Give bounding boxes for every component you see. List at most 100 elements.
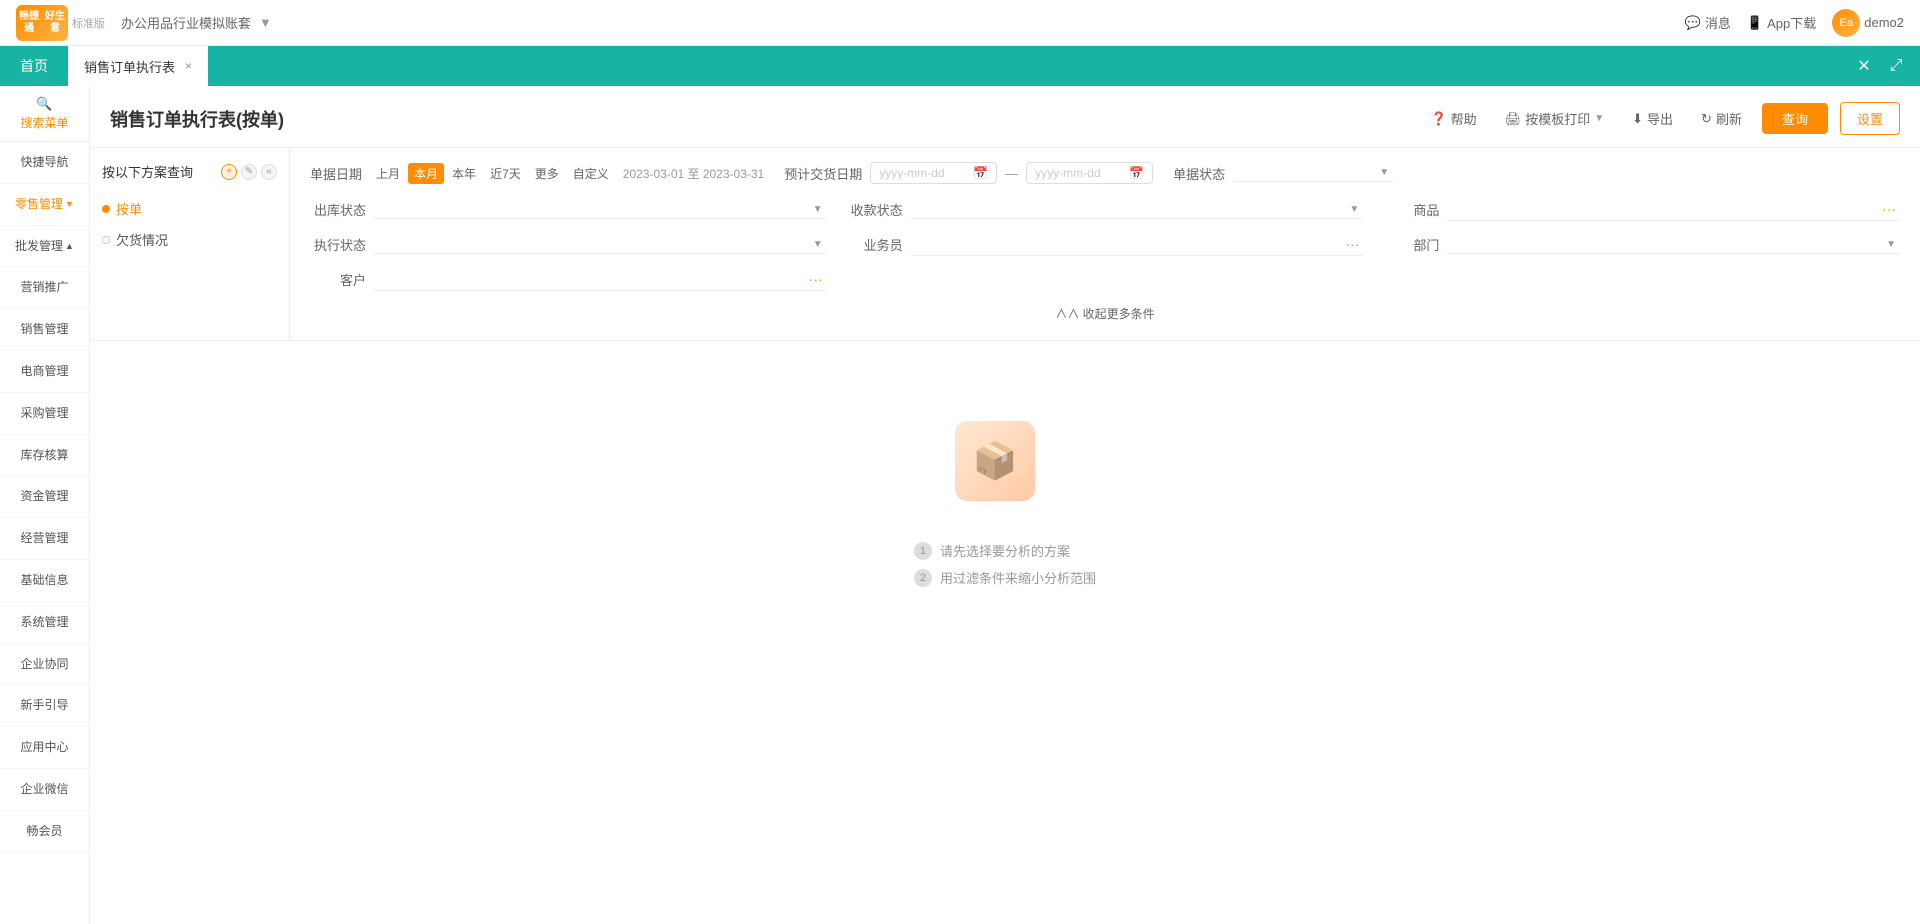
sidebar-item-sales[interactable]: 销售管理 <box>0 309 89 351</box>
scheme-item-shortage[interactable]: 欠货情况 <box>102 224 277 255</box>
sidebar-item-newbie[interactable]: 新手引导 <box>0 685 89 727</box>
sidebar-item-finance[interactable]: 资金管理 <box>0 476 89 518</box>
search-icon: 🔍 <box>36 96 52 111</box>
search-btn[interactable]: 查询 <box>1762 103 1828 134</box>
warehouse-select[interactable]: ▼ <box>374 201 827 219</box>
empty-step-2: 2 用过滤条件来缩小分析范围 <box>914 568 1096 587</box>
filter-goods: 商品 ··· <box>1383 198 1900 221</box>
tab-close-btn[interactable]: × <box>185 59 192 73</box>
collapse-scheme-btn[interactable]: « <box>261 164 277 180</box>
step-num-1: 1 <box>914 542 932 560</box>
filter-section: 按以下方案查询 + ✎ « 按单 欠货情况 <box>90 148 1920 341</box>
sidebar-item-collab[interactable]: 企业协同 <box>0 644 89 686</box>
sidebar-item-wholesale[interactable]: 批发管理 ▲ <box>0 226 89 268</box>
exec-select[interactable]: ▼ <box>374 236 827 254</box>
customer-more-btn[interactable]: ··· <box>809 271 823 287</box>
salesperson-more-btn[interactable]: ··· <box>1345 236 1359 252</box>
window-close-btn[interactable]: ✕ <box>1852 54 1876 78</box>
status-dropdown-icon: ▼ <box>1379 167 1389 178</box>
sidebar-item-wechat[interactable]: 企业微信 <box>0 769 89 811</box>
sidebar-item-basics[interactable]: 基础信息 <box>0 560 89 602</box>
filter-customer: 客户 ··· <box>310 268 827 291</box>
goods-input[interactable]: ··· <box>1447 198 1900 221</box>
tab-home[interactable]: 首页 <box>0 46 68 86</box>
date-end-input[interactable]: yyyy-mm-dd <box>1035 166 1125 180</box>
main-content: 销售订单执行表(按单) ❓ 帮助 🖨 按模板打印 ▼ ⬇ 导出 ↻ 刷新 <box>90 86 1920 924</box>
status-label: 单据状态 <box>1173 164 1225 183</box>
expected-date-label: 预计交货日期 <box>784 164 862 183</box>
date-tab-more[interactable]: 更多 <box>529 163 565 184</box>
print-dropdown-icon[interactable]: ▼ <box>1594 113 1604 124</box>
filter-warehouse: 出库状态 ▼ <box>310 198 827 221</box>
collapse-icon: ∧∧ <box>1055 307 1082 321</box>
salesperson-input[interactable]: ··· <box>911 233 1364 256</box>
top-bar-right: 💬 消息 📱 App下载 Ea demo2 <box>1685 9 1904 37</box>
collection-select[interactable]: ▼ <box>911 201 1364 219</box>
date-tab-last-month[interactable]: 上月 <box>370 163 406 184</box>
window-maximize-btn[interactable]: ⤢ <box>1884 54 1908 78</box>
filter-row-3: 执行状态 ▼ 业务员 ··· 部门 <box>310 233 1900 256</box>
scheme-item-order[interactable]: 按单 <box>102 193 277 224</box>
settings-btn[interactable]: 设置 <box>1840 102 1900 135</box>
filter-date: 单据日期 上月 本月 本年 近7天 更多 自定义 2023-03-01 至 20… <box>310 163 764 184</box>
sidebar-item-operations[interactable]: 经营管理 <box>0 518 89 560</box>
tab-actions: ✕ ⤢ <box>1852 54 1920 78</box>
customer-label: 客户 <box>310 270 366 289</box>
page-title: 销售订单执行表(按单) <box>110 106 284 132</box>
date-separator: — <box>1005 166 1018 181</box>
sidebar-item-appstore[interactable]: 应用中心 <box>0 727 89 769</box>
print-icon: 🖨 <box>1505 111 1522 127</box>
date-tab-this-year[interactable]: 本年 <box>446 163 482 184</box>
export-btn[interactable]: ⬇ 导出 <box>1624 105 1681 132</box>
date-tab-this-month[interactable]: 本月 <box>408 163 444 184</box>
help-btn[interactable]: ❓ 帮助 <box>1422 105 1484 132</box>
app-download-btn[interactable]: 📱 App下载 <box>1747 13 1816 32</box>
top-bar-left: 畅捷通 好生意 标准版 办公用品行业模拟账套 ▼ <box>16 5 272 41</box>
sidebar-search[interactable]: 🔍 搜索菜单 <box>0 86 89 142</box>
tab-bar: 首页 销售订单执行表 × ✕ ⤢ <box>0 46 1920 86</box>
filter-dept: 部门 ▼ <box>1383 233 1900 256</box>
step-num-2: 2 <box>914 569 932 587</box>
app-layout: 🔍 搜索菜单 快捷导航 零售管理 ▼ 批发管理 ▲ 营销推广 销售管理 电商管理… <box>0 86 1920 924</box>
user-profile[interactable]: Ea demo2 <box>1832 9 1904 37</box>
expected-date-end[interactable]: yyyy-mm-dd 📅 <box>1026 162 1153 184</box>
refresh-btn[interactable]: ↻ 刷新 <box>1693 105 1750 132</box>
sidebar-item-inventory[interactable]: 库存核算 <box>0 435 89 477</box>
app-tag: 标准版 <box>72 15 105 31</box>
customer-input[interactable]: ··· <box>374 268 827 291</box>
add-scheme-btn[interactable]: + <box>221 164 237 180</box>
app-logo: 畅捷通 好生意 <box>16 5 68 41</box>
top-bar: 畅捷通 好生意 标准版 办公用品行业模拟账套 ▼ 💬 消息 📱 App下载 Ea… <box>0 0 1920 46</box>
empty-steps-list: 1 请先选择要分析的方案 2 用过滤条件来缩小分析范围 <box>914 541 1096 595</box>
scheme-title: 按以下方案查询 <box>102 162 193 181</box>
exec-label: 执行状态 <box>310 235 366 254</box>
date-tab-7days[interactable]: 近7天 <box>484 163 527 184</box>
filter-salesperson: 业务员 ··· <box>847 233 1364 256</box>
calendar-icon-start: 📅 <box>973 166 988 180</box>
dept-dropdown-icon: ▼ <box>1886 239 1896 250</box>
message-btn[interactable]: 💬 消息 <box>1685 13 1731 32</box>
sidebar-item-retail[interactable]: 零售管理 ▼ <box>0 184 89 226</box>
collection-label: 收款状态 <box>847 200 903 219</box>
dropdown-icon[interactable]: ▼ <box>259 15 272 30</box>
expected-date-start[interactable]: yyyy-mm-dd 📅 <box>870 162 997 184</box>
date-start-input[interactable]: yyyy-mm-dd <box>879 166 969 180</box>
sidebar-item-system[interactable]: 系统管理 <box>0 602 89 644</box>
collapse-btn[interactable]: ∧∧ 收起更多条件 <box>310 295 1900 326</box>
sidebar-item-ecommerce[interactable]: 电商管理 <box>0 351 89 393</box>
date-tab-custom[interactable]: 自定义 <box>567 163 615 184</box>
dept-select[interactable]: ▼ <box>1447 236 1900 254</box>
sidebar-item-marketing[interactable]: 营销推广 <box>0 267 89 309</box>
sidebar-item-purchase[interactable]: 采购管理 <box>0 393 89 435</box>
edit-scheme-btn[interactable]: ✎ <box>241 164 257 180</box>
help-icon: ❓ <box>1430 111 1446 127</box>
status-select[interactable]: ▼ <box>1233 164 1393 182</box>
goods-label: 商品 <box>1383 200 1439 219</box>
calendar-icon-end: 📅 <box>1129 166 1144 180</box>
empty-state: 📦 1 请先选择要分析的方案 2 用过滤条件来缩小分析范围 <box>90 341 1920 675</box>
print-btn[interactable]: 🖨 按模板打印 ▼ <box>1497 105 1612 132</box>
goods-more-btn[interactable]: ··· <box>1882 201 1896 217</box>
sidebar-shortcut[interactable]: 快捷导航 <box>0 142 89 184</box>
sidebar-item-member[interactable]: 畅会员 <box>0 811 89 853</box>
tab-sales-order[interactable]: 销售订单执行表 × <box>68 46 208 86</box>
